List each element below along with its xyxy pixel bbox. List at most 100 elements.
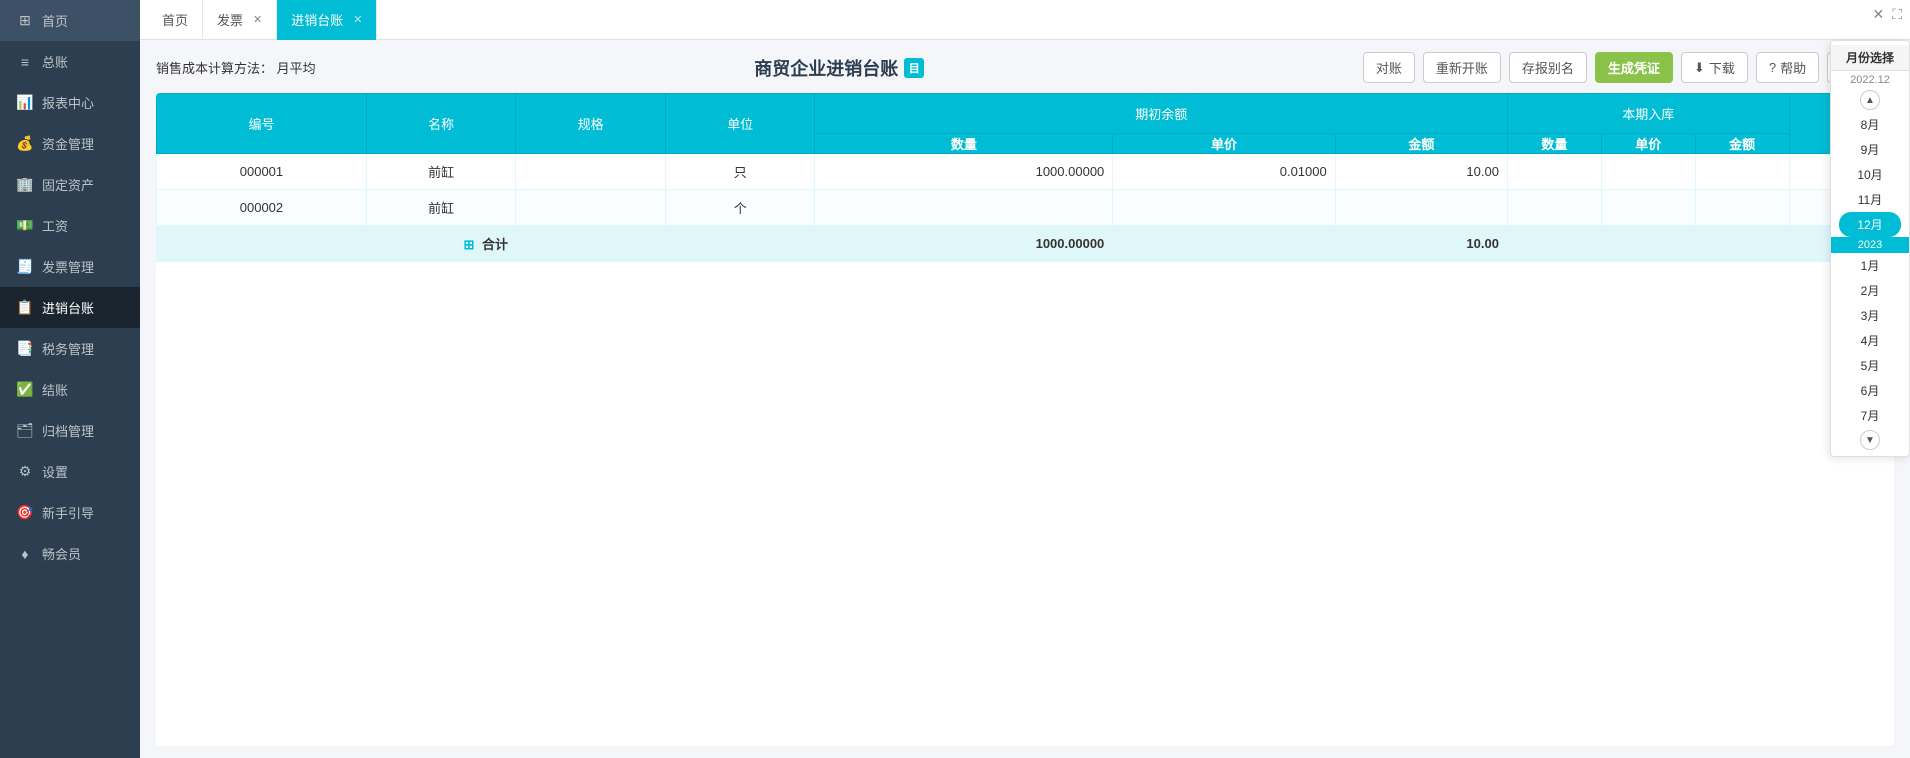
sidebar-item-archive[interactable]: 🗂 归档管理	[0, 410, 140, 451]
sidebar-item-reports[interactable]: 📊 报表中心	[0, 82, 140, 123]
sidebar-item-sales-ledger[interactable]: 📋 进销台账	[0, 287, 140, 328]
total-in-qty	[1507, 226, 1601, 262]
sidebar-item-label: 结账	[42, 380, 68, 399]
cell-in-qty	[1507, 190, 1601, 226]
cell-opening-amount: 10.00	[1335, 154, 1507, 190]
maximize-button[interactable]: ⛶	[1892, 6, 1902, 23]
sidebar-item-label: 畅会员	[42, 544, 81, 563]
col-in-price: 单价	[1601, 134, 1695, 154]
cell-spec	[516, 154, 666, 190]
closing-icon: ✅	[16, 381, 34, 398]
reopen-button[interactable]: 重新开账	[1423, 52, 1501, 83]
tab-sales-ledger[interactable]: 进销台账 ✕	[277, 0, 377, 40]
month-1[interactable]: 1月	[1831, 253, 1909, 278]
cell-opening-qty: 1000.00000	[815, 154, 1113, 190]
archive-icon: 🗂	[16, 422, 34, 439]
year-2023-label: 2023	[1831, 237, 1909, 253]
sidebar-item-label: 资金管理	[42, 134, 94, 153]
download-label: 下载	[1709, 58, 1735, 77]
sidebar-item-invoice-mgmt[interactable]: 🧾 发票管理	[0, 246, 140, 287]
cell-unit: 只	[665, 154, 815, 190]
col-name: 名称	[366, 94, 516, 154]
cell-opening-price	[1113, 190, 1335, 226]
save-alias-button[interactable]: 存报别名	[1509, 52, 1587, 83]
total-row: ⊞ 合计 1000.00000 10.00	[157, 226, 1894, 262]
sidebar-item-home[interactable]: ⊞ 首页	[0, 0, 140, 41]
generate-voucher-button[interactable]: 生成凭证	[1595, 52, 1673, 83]
close-button[interactable]: ✕	[1872, 6, 1884, 23]
table-row: 000002 前缸 个	[157, 190, 1894, 226]
tab-invoice-close[interactable]: ✕	[253, 13, 262, 26]
col-opening-qty: 数量	[815, 134, 1113, 154]
sidebar-item-payroll[interactable]: 💵 工资	[0, 205, 140, 246]
month-10[interactable]: 10月	[1831, 162, 1909, 187]
page-title-icon: 目	[904, 58, 924, 78]
payroll-icon: 💵	[16, 217, 34, 234]
cell-name: 前缸	[366, 154, 516, 190]
table-row: 000001 前缸 只 1000.00000 0.01000 10.00	[157, 154, 1894, 190]
month-nav-up-btn[interactable]: ▲	[1860, 90, 1880, 110]
help-label: 帮助	[1780, 58, 1806, 77]
col-in-amount: 金额	[1695, 134, 1789, 154]
cell-code: 000002	[157, 190, 367, 226]
month-6[interactable]: 6月	[1831, 378, 1909, 403]
month-2[interactable]: 2月	[1831, 278, 1909, 303]
sidebar-item-label: 工资	[42, 216, 68, 235]
cell-code: 000001	[157, 154, 367, 190]
month-3[interactable]: 3月	[1831, 303, 1909, 328]
sidebar-item-settings[interactable]: ⚙ 设置	[0, 451, 140, 492]
total-in-price	[1601, 226, 1695, 262]
col-code: 编号	[157, 94, 367, 154]
main-area: 首页 发票 ✕ 进销台账 ✕ ✕ ⛶ 销售成本计算方法： 月平均 商贸企业进销台…	[140, 0, 1910, 758]
total-text: 合计	[482, 237, 508, 252]
month-nav-up: ▲	[1831, 88, 1909, 112]
col-unit: 单位	[665, 94, 815, 154]
col-opening-amount: 金额	[1335, 134, 1507, 154]
sidebar-item-fixed-assets[interactable]: 🏢 固定资产	[0, 164, 140, 205]
tab-invoice[interactable]: 发票 ✕	[203, 0, 277, 40]
col-opening-price: 单价	[1113, 134, 1335, 154]
total-icon: ⊞	[463, 237, 474, 252]
cell-opening-amount	[1335, 190, 1507, 226]
tab-sales-ledger-label: 进销台账	[291, 10, 343, 29]
guide-icon: 🎯	[16, 504, 34, 521]
sidebar-item-vip[interactable]: ♦ 畅会员	[0, 533, 140, 574]
help-icon: ?	[1769, 60, 1776, 75]
cell-opening-qty	[815, 190, 1113, 226]
sidebar-item-closing[interactable]: ✅ 结账	[0, 369, 140, 410]
month-5[interactable]: 5月	[1831, 353, 1909, 378]
window-controls: ✕ ⛶	[1872, 6, 1902, 23]
col-current-in: 本期入库	[1507, 94, 1789, 134]
sidebar-item-label: 总账	[42, 52, 68, 71]
tab-home[interactable]: 首页	[148, 0, 203, 40]
month-nav-down-btn[interactable]: ▼	[1860, 430, 1880, 450]
tab-sales-ledger-close[interactable]: ✕	[353, 13, 362, 26]
month-11[interactable]: 11月	[1831, 187, 1909, 212]
month-12[interactable]: 12月	[1839, 212, 1901, 237]
sales-ledger-icon: 📋	[16, 299, 34, 316]
month-8[interactable]: 8月	[1831, 112, 1909, 137]
month-4[interactable]: 4月	[1831, 328, 1909, 353]
tax-icon: 📑	[16, 340, 34, 357]
cell-unit: 个	[665, 190, 815, 226]
cell-in-amount	[1695, 190, 1789, 226]
sidebar-item-label: 税务管理	[42, 339, 94, 358]
month-7[interactable]: 7月	[1831, 403, 1909, 428]
sidebar-item-label: 固定资产	[42, 175, 94, 194]
download-icon: ⬇	[1694, 60, 1705, 76]
assets-icon: 🏢	[16, 176, 34, 193]
month-panel-title: 月份选择	[1831, 45, 1909, 71]
sidebar-item-general-ledger[interactable]: ≡ 总账	[0, 41, 140, 82]
download-button[interactable]: ⬇ 下载	[1681, 52, 1748, 83]
help-button[interactable]: ? 帮助	[1756, 52, 1819, 83]
cell-spec	[516, 190, 666, 226]
sidebar-item-tax-mgmt[interactable]: 📑 税务管理	[0, 328, 140, 369]
sidebar-item-funds[interactable]: 💰 资金管理	[0, 123, 140, 164]
cost-method: 销售成本计算方法： 月平均	[156, 58, 316, 77]
cell-in-price	[1601, 154, 1695, 190]
info-bar: 销售成本计算方法： 月平均 商贸企业进销台账 目 对账 重新开账 存报别名 生成…	[156, 52, 1894, 83]
funds-icon: 💰	[16, 135, 34, 152]
sidebar-item-guide[interactable]: 🎯 新手引导	[0, 492, 140, 533]
month-9[interactable]: 9月	[1831, 137, 1909, 162]
reconcile-button[interactable]: 对账	[1363, 52, 1415, 83]
